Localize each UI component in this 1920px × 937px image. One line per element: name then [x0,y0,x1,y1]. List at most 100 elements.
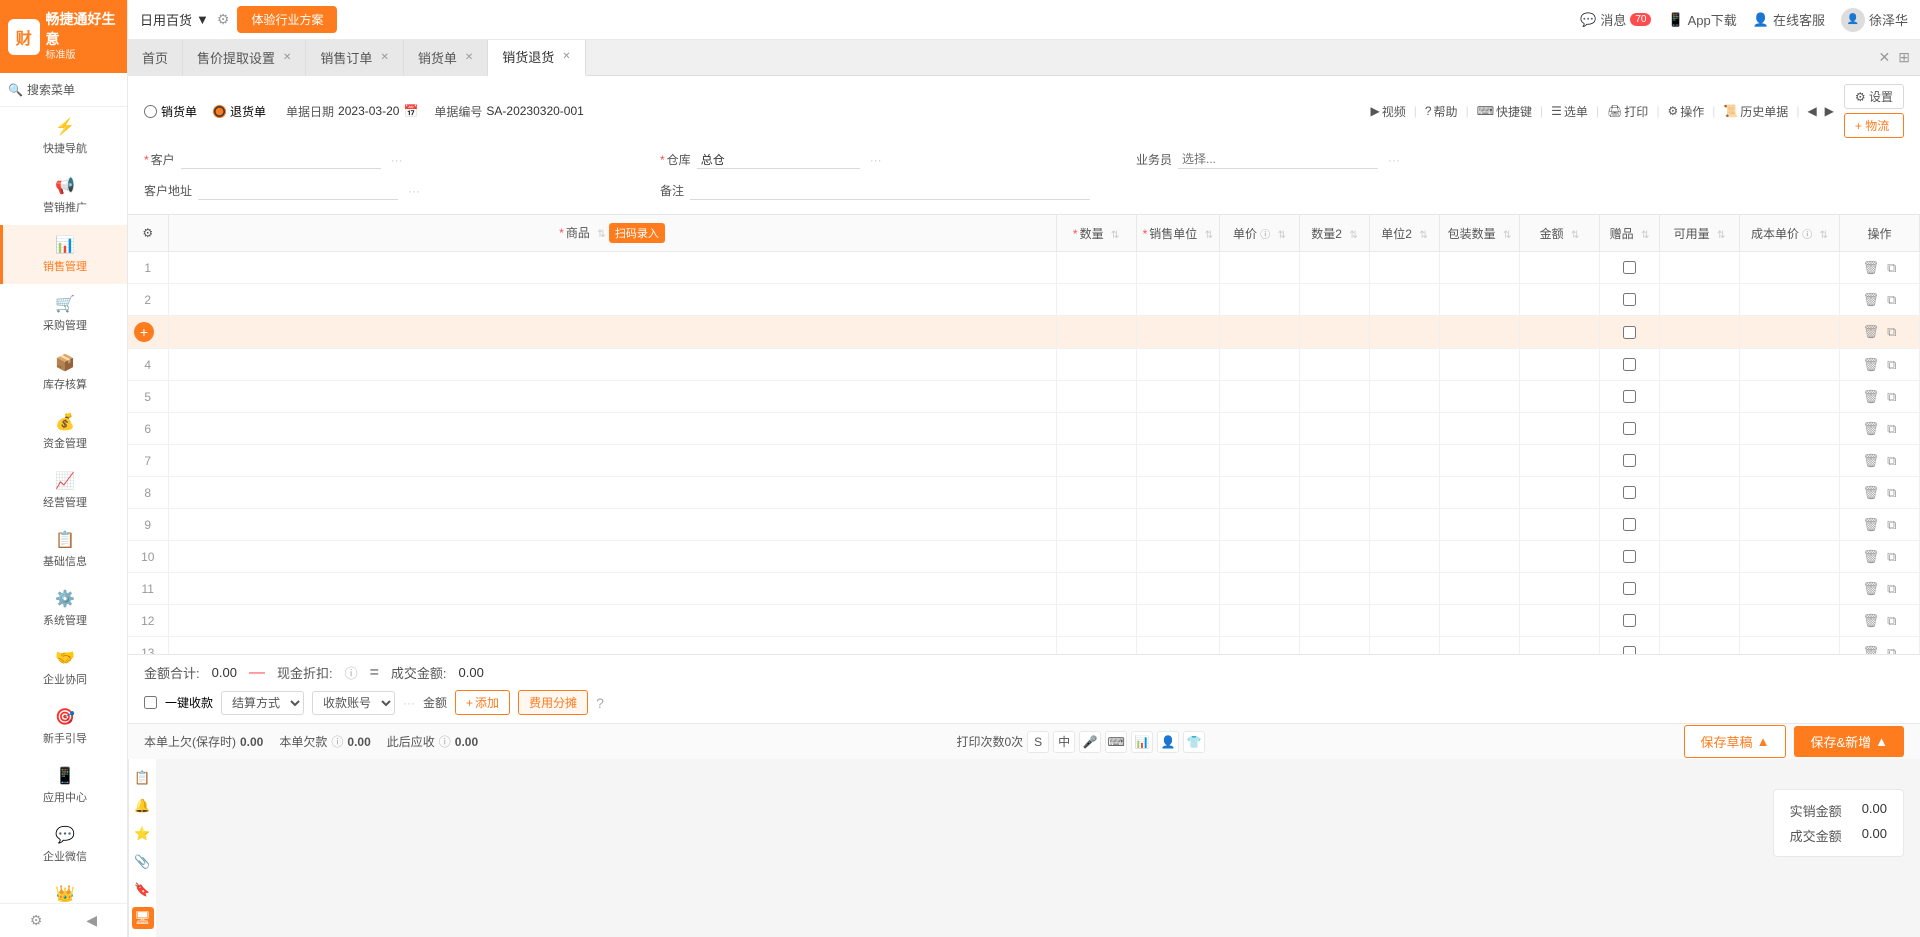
type-return-radio[interactable] [213,105,226,118]
sidebar-item-apps[interactable]: 📱 应用中心 [0,756,127,815]
gift-cb-6[interactable] [1606,422,1653,435]
sidebar-item-system[interactable]: ⚙️ 系统管理 [0,579,127,638]
cost-cell-3[interactable] [1740,316,1840,349]
amount-cell-2[interactable] [1520,284,1600,316]
settings-bottom-icon[interactable]: ⚙ [30,912,43,929]
unit-cell-3[interactable] [1136,316,1219,349]
type-return-option[interactable]: 退货单 [213,103,266,120]
amount-sort-icon[interactable]: ⇅ [1571,230,1579,241]
copy-10[interactable]: ⧉ [1887,549,1896,565]
qty-cell-1[interactable] [1056,252,1136,284]
gift-checkbox-1[interactable] [1606,261,1653,274]
amount-cell-3[interactable] [1520,316,1600,349]
address-input[interactable] [198,181,398,200]
topbar-gear-icon[interactable]: ⚙ [217,11,230,28]
product-sort-icon[interactable]: ⇅ [597,229,605,240]
unit2-cell-1[interactable] [1370,252,1440,284]
window-icon[interactable]: ⊞ [1898,49,1910,66]
gift-sort-icon[interactable]: ⇅ [1641,230,1649,241]
print-btn[interactable]: 🖨 打印 [1607,103,1648,120]
fee-help-icon[interactable]: ? [596,695,604,711]
copy-4[interactable]: ⧉ [1887,357,1896,373]
doc-date-value[interactable]: 2023-03-20 [338,104,399,118]
cost-input-1[interactable] [1746,261,1833,275]
sidebar-item-newbie[interactable]: 🎯 新手引导 [0,697,127,756]
del-4[interactable]: 🗑 [1863,357,1880,373]
sidebar-item-marketing[interactable]: 📢 营销推广 [0,166,127,225]
del-12[interactable]: 🗑 [1863,613,1880,629]
cost-cell-1[interactable] [1740,252,1840,284]
sidebar-item-enterprise[interactable]: 🤝 企业协同 [0,638,127,697]
add-payment-btn[interactable]: + 添加 [455,690,510,715]
price-cell-3[interactable] [1220,316,1300,349]
copy-13[interactable]: ⧉ [1887,645,1896,655]
status-icon-shirt[interactable]: 👕 [1183,731,1205,753]
copy-11[interactable]: ⧉ [1887,581,1896,597]
warehouse-input[interactable] [697,150,860,169]
cost-sort-icon[interactable]: ⇅ [1820,230,1828,241]
delete-row-2[interactable]: 🗑 [1863,292,1880,308]
del-11[interactable]: 🗑 [1863,581,1880,597]
right-tool-attachment[interactable]: 📎 [132,851,154,873]
gear-header-icon[interactable]: ⚙ [142,226,153,240]
qty2-cell-3[interactable] [1300,316,1370,349]
status-icon-zh[interactable]: 中 [1053,731,1075,753]
logistics-btn[interactable]: + 物流 [1844,113,1904,138]
unit2-cell-2[interactable] [1370,284,1440,316]
sidebar-item-purchase[interactable]: 🛒 采购管理 [0,284,127,343]
save-new-btn[interactable]: 保存&新增 ▲ [1794,726,1904,757]
address-dots[interactable]: ··· [408,184,420,198]
right-tool-active[interactable]: 🖥 [132,907,154,929]
operation-btn[interactable]: ⚙ 操作 [1667,103,1704,120]
cost-cell-2[interactable] [1740,284,1840,316]
tab-sales-order[interactable]: 销售订单 ✕ [306,40,403,76]
close-all-icon[interactable]: ✕ [1879,49,1891,66]
gift-cb-7[interactable] [1606,454,1653,467]
gift-checkbox-2[interactable] [1606,293,1653,306]
sidebar-item-sales[interactable]: 📊 销售管理 [0,225,127,284]
right-tool-star[interactable]: ⭐ [132,823,154,845]
collapse-icon[interactable]: ◀ [86,912,97,929]
sidebar-item-operations[interactable]: 📈 经营管理 [0,461,127,520]
help-btn[interactable]: ? 帮助 [1425,103,1458,120]
qty-input-1[interactable] [1063,261,1130,275]
del-7[interactable]: 🗑 [1863,453,1880,469]
amount-input-1[interactable] [1526,261,1593,275]
copy-7[interactable]: ⧉ [1887,453,1896,469]
gift-cb-8[interactable] [1606,486,1653,499]
pkg-sort-icon[interactable]: ⇅ [1503,230,1511,241]
unit2-input-1[interactable] [1376,261,1433,275]
salesperson-input[interactable] [1178,150,1378,169]
gift-cb-10[interactable] [1606,550,1653,563]
calculation-method-select[interactable]: 结算方式 [221,691,304,715]
del-6[interactable]: 🗑 [1863,421,1880,437]
copy-row-1[interactable]: ⧉ [1887,260,1896,276]
video-btn[interactable]: ▶ 视频 [1370,103,1405,120]
type-sale-radio[interactable] [144,105,157,118]
pkg-cell-2[interactable] [1440,284,1520,316]
gift-checkbox-3[interactable] [1606,326,1653,339]
online-service-btn[interactable]: 👤 在线客服 [1753,10,1825,29]
qty2-sort-icon[interactable]: ⇅ [1349,230,1357,241]
price-input-1[interactable] [1226,261,1293,275]
gift-cb-11[interactable] [1606,582,1653,595]
available-input-1[interactable] [1666,261,1733,275]
del-9[interactable]: 🗑 [1863,517,1880,533]
sidebar-item-member[interactable]: 👑 畅会员 [0,874,127,903]
available-cell-2[interactable] [1660,284,1740,316]
copy-5[interactable]: ⧉ [1887,389,1896,405]
del-13[interactable]: 🗑 [1863,645,1880,655]
remark-input[interactable] [690,181,1090,200]
avail-sort-icon[interactable]: ⇅ [1717,230,1725,241]
tab-price-settings[interactable]: 售价提取设置 ✕ [183,40,306,76]
qty2-cell-2[interactable] [1300,284,1370,316]
status-icon-mic[interactable]: 🎤 [1079,731,1101,753]
price-cell-1[interactable] [1220,252,1300,284]
qty-sort-icon[interactable]: ⇅ [1111,230,1119,241]
del-10[interactable]: 🗑 [1863,549,1880,565]
sidebar-item-basic[interactable]: 📋 基础信息 [0,520,127,579]
unit-input-1[interactable] [1143,261,1213,275]
delete-row-3[interactable]: 🗑 [1863,324,1880,340]
sidebar-item-wechat[interactable]: 💬 企业微信 [0,815,127,874]
tab-sales-return-close[interactable]: ✕ [562,51,570,62]
